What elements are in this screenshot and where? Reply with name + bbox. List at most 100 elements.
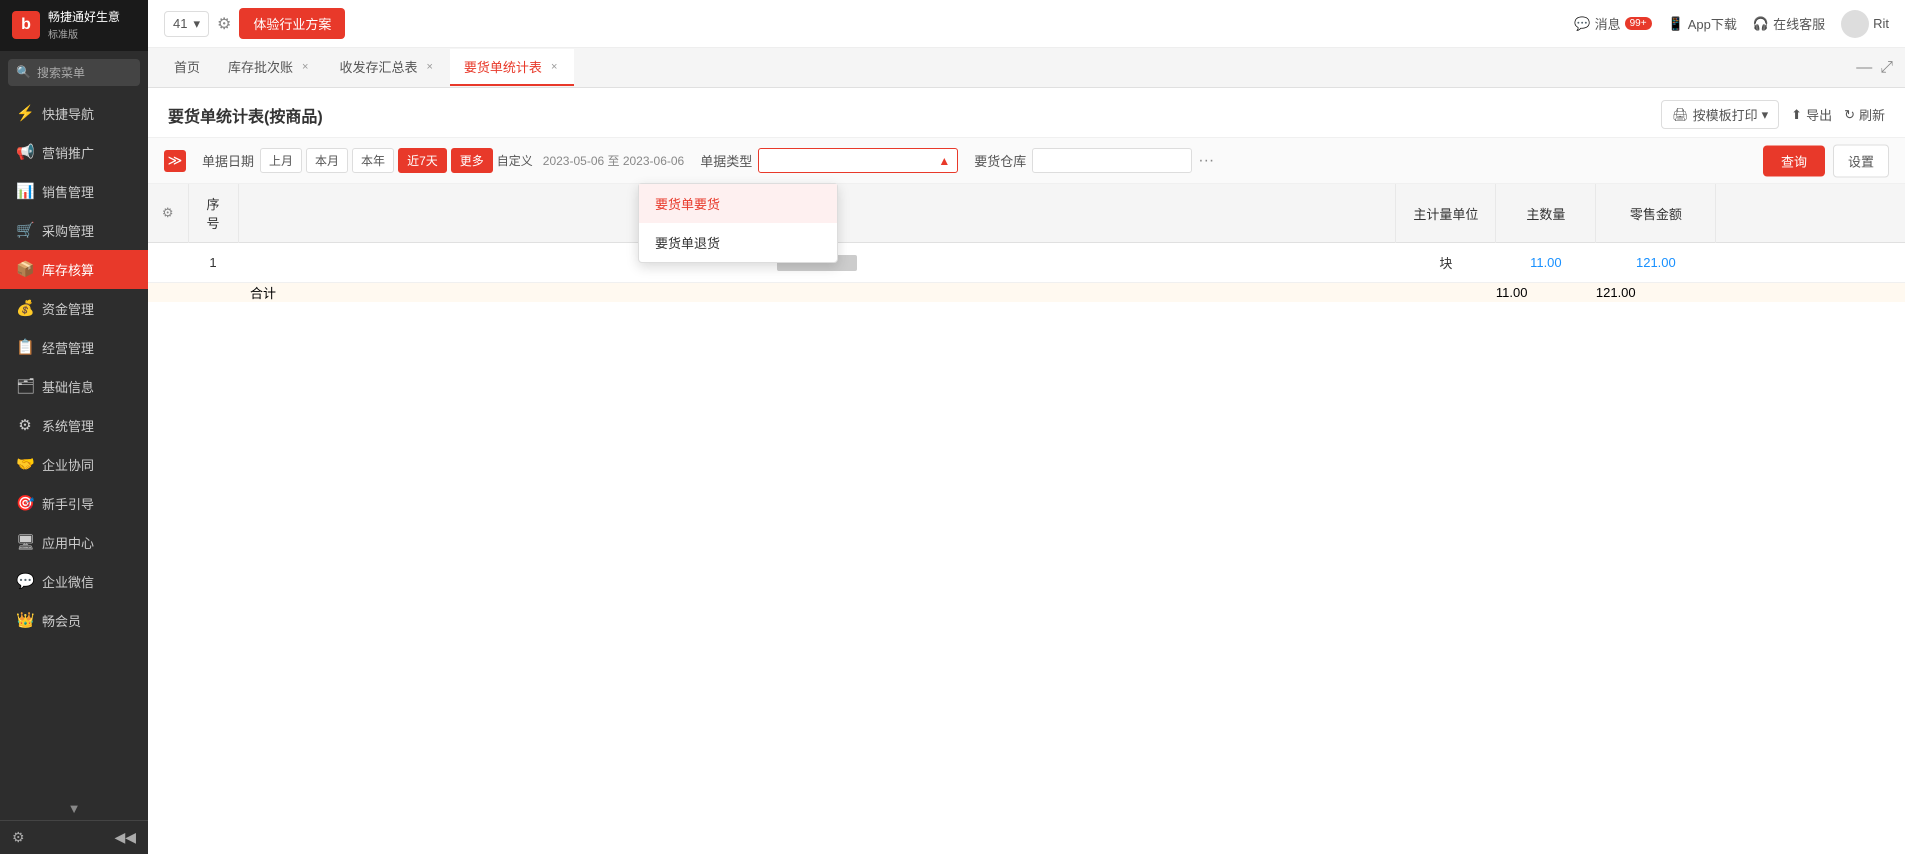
sidebar-item-quick-nav[interactable]: ⚡ 快捷导航 bbox=[0, 94, 148, 133]
topbar-settings-icon[interactable]: ⚙ bbox=[217, 14, 231, 34]
user-name: Rit bbox=[1873, 16, 1889, 31]
total-extra bbox=[1716, 283, 1905, 303]
sidebar-item-basic[interactable]: 🗂 基础信息 bbox=[0, 367, 148, 406]
export-label: 导出 bbox=[1806, 105, 1832, 124]
sidebar-logo: b 畅捷通好生意 标准版 bbox=[0, 0, 148, 51]
topbar-right: 💬 消息 99+ 📱 App下载 🎧 在线客服 Rit bbox=[1574, 10, 1889, 38]
total-no bbox=[188, 283, 238, 303]
col-header-unit: 主计量单位 bbox=[1396, 184, 1496, 243]
date-opt-this-year[interactable]: 本年 bbox=[352, 148, 394, 173]
sidebar-item-label: 快捷导航 bbox=[42, 104, 94, 123]
sidebar-item-operation[interactable]: 📋 经营管理 bbox=[0, 328, 148, 367]
refresh-icon: ↻ bbox=[1844, 107, 1855, 123]
message-action[interactable]: 💬 消息 99+ bbox=[1574, 14, 1651, 33]
sidebar-item-label: 基础信息 bbox=[42, 377, 94, 396]
tab-order-stat[interactable]: 要货单统计表 × bbox=[450, 49, 574, 86]
settings-button[interactable]: 设置 bbox=[1833, 144, 1889, 177]
online-service-label: 在线客服 bbox=[1773, 14, 1825, 33]
marketing-icon: 📢 bbox=[16, 143, 34, 161]
purchase-icon: 🛒 bbox=[16, 221, 34, 239]
tab-close-inventory-batch[interactable]: × bbox=[299, 60, 311, 74]
date-opt-this-month[interactable]: 本月 bbox=[306, 148, 348, 173]
qty-link[interactable]: 11.00 bbox=[1530, 255, 1562, 270]
filter-expand-button[interactable]: ≫ bbox=[164, 150, 186, 172]
date-opt-7days[interactable]: 近7天 bbox=[398, 148, 447, 173]
online-service-action[interactable]: 🎧 在线客服 bbox=[1753, 14, 1825, 33]
dropdown-item-order-goods[interactable]: 要货单要货 bbox=[639, 184, 837, 223]
sidebar-item-label: 采购管理 bbox=[42, 221, 94, 240]
refresh-button[interactable]: ↻ 刷新 bbox=[1844, 105, 1885, 124]
tab-home[interactable]: 首页 bbox=[160, 49, 214, 86]
sidebar-item-label: 营销推广 bbox=[42, 143, 94, 162]
user-profile[interactable]: Rit bbox=[1841, 10, 1889, 38]
sidebar-item-app-center[interactable]: 🖥 应用中心 bbox=[0, 523, 148, 562]
message-label: 消息 bbox=[1595, 14, 1621, 33]
sidebar-item-guide[interactable]: 🎯 新手引导 bbox=[0, 484, 148, 523]
date-filter-group: 单据日期 上月 本月 本年 近7天 更多 自定义 2023-05-06 至 20… bbox=[202, 148, 684, 173]
tab-minimize-icon[interactable]: — bbox=[1856, 59, 1872, 77]
date-custom-option[interactable]: 自定义 bbox=[497, 152, 533, 169]
quick-nav-icon: ⚡ bbox=[16, 104, 34, 122]
system-icon: ⚙ bbox=[16, 416, 34, 434]
cell-amount: 121.00 bbox=[1596, 243, 1716, 283]
trial-button[interactable]: 体验行业方案 bbox=[239, 8, 345, 39]
printer-icon: 🖨 bbox=[1672, 107, 1689, 123]
sidebar-item-marketing[interactable]: 📢 营销推广 bbox=[0, 133, 148, 172]
sidebar-search[interactable]: 🔍 搜索菜单 bbox=[8, 59, 140, 86]
sidebar-item-sales[interactable]: 📊 销售管理 bbox=[0, 172, 148, 211]
enterprise-icon: 🤝 bbox=[16, 455, 34, 473]
search-label: 搜索菜单 bbox=[37, 64, 85, 81]
query-button[interactable]: 查询 bbox=[1763, 145, 1825, 176]
col-header-qty: 主数量 bbox=[1496, 184, 1596, 243]
cell-no: 1 bbox=[188, 243, 238, 283]
sidebar-nav: ⚡ 快捷导航 📢 营销推广 📊 销售管理 🛒 采购管理 📦 库存核算 💰 资金管… bbox=[0, 94, 148, 797]
sidebar-item-finance[interactable]: 💰 资金管理 bbox=[0, 289, 148, 328]
sidebar-item-label: 资金管理 bbox=[42, 299, 94, 318]
type-filter-group: 单据类型 ▲ bbox=[700, 148, 958, 173]
message-icon: 💬 bbox=[1574, 16, 1590, 32]
sidebar-item-inventory[interactable]: 📦 库存核算 bbox=[0, 250, 148, 289]
warehouse-filter-input[interactable] bbox=[1032, 148, 1192, 173]
sidebar-item-wechat[interactable]: 💬 企业微信 bbox=[0, 562, 148, 601]
filter-bar: ≫ 单据日期 上月 本月 本年 近7天 更多 自定义 2023-05-06 至 … bbox=[148, 138, 1905, 184]
warehouse-more-icon[interactable]: ··· bbox=[1198, 152, 1214, 170]
chevron-down-icon: ▾ bbox=[1762, 107, 1769, 123]
settings-button[interactable]: ⚙ bbox=[12, 829, 25, 846]
tab-close-receive-summary[interactable]: × bbox=[423, 60, 435, 74]
cell-settings bbox=[148, 243, 188, 283]
tab-expand-icon[interactable]: ⤢ bbox=[1880, 59, 1893, 77]
main-area: 41 ▾ ⚙ 体验行业方案 💬 消息 99+ 📱 App下载 🎧 在线客服 bbox=[148, 0, 1905, 854]
type-chevron-up-icon[interactable]: ▲ bbox=[938, 154, 950, 168]
sidebar-item-label: 销售管理 bbox=[42, 182, 94, 201]
export-button[interactable]: ⬆ 导出 bbox=[1791, 105, 1832, 124]
sidebar-item-system[interactable]: ⚙ 系统管理 bbox=[0, 406, 148, 445]
date-opt-more[interactable]: 更多 bbox=[451, 148, 493, 173]
col-header-extra bbox=[1716, 184, 1905, 243]
sidebar-scroll-down[interactable]: ▼ bbox=[0, 797, 148, 820]
tab-inventory-batch[interactable]: 库存批次账 × bbox=[214, 49, 325, 86]
collapse-button[interactable]: ◀◀ bbox=[114, 829, 136, 846]
date-opt-up-month[interactable]: 上月 bbox=[260, 148, 302, 173]
warehouse-filter-label: 要货仓库 bbox=[974, 151, 1026, 170]
inventory-icon: 📦 bbox=[16, 260, 34, 278]
cell-qty: 11.00 bbox=[1496, 243, 1596, 283]
tab-close-order-stat[interactable]: × bbox=[548, 60, 560, 74]
app-download-action[interactable]: 📱 App下载 bbox=[1668, 14, 1737, 33]
message-badge: 99+ bbox=[1625, 17, 1652, 30]
sidebar-item-member[interactable]: 👑 畅会员 bbox=[0, 601, 148, 640]
tab-receive-summary[interactable]: 收发存汇总表 × bbox=[325, 49, 449, 86]
type-filter-input[interactable] bbox=[758, 148, 958, 173]
col-header-settings[interactable]: ⚙ bbox=[148, 184, 188, 243]
type-dropdown: 要货单要货 要货单退货 bbox=[638, 183, 838, 263]
print-label: 按模板打印 bbox=[1693, 105, 1758, 124]
amount-link[interactable]: 121.00 bbox=[1636, 255, 1676, 270]
sidebar-item-purchase[interactable]: 🛒 采购管理 bbox=[0, 211, 148, 250]
sidebar-item-label: 企业微信 bbox=[42, 572, 94, 591]
app-logo-icon: b bbox=[12, 11, 40, 39]
print-button[interactable]: 🖨 按模板打印 ▾ bbox=[1661, 100, 1779, 129]
table-row: 1 块 11.00 121.00 bbox=[148, 243, 1905, 283]
company-selector[interactable]: 41 ▾ bbox=[164, 11, 209, 37]
sidebar-item-enterprise[interactable]: 🤝 企业协同 bbox=[0, 445, 148, 484]
dropdown-item-order-return[interactable]: 要货单退货 bbox=[639, 223, 837, 262]
app-center-icon: 🖥 bbox=[16, 533, 34, 551]
